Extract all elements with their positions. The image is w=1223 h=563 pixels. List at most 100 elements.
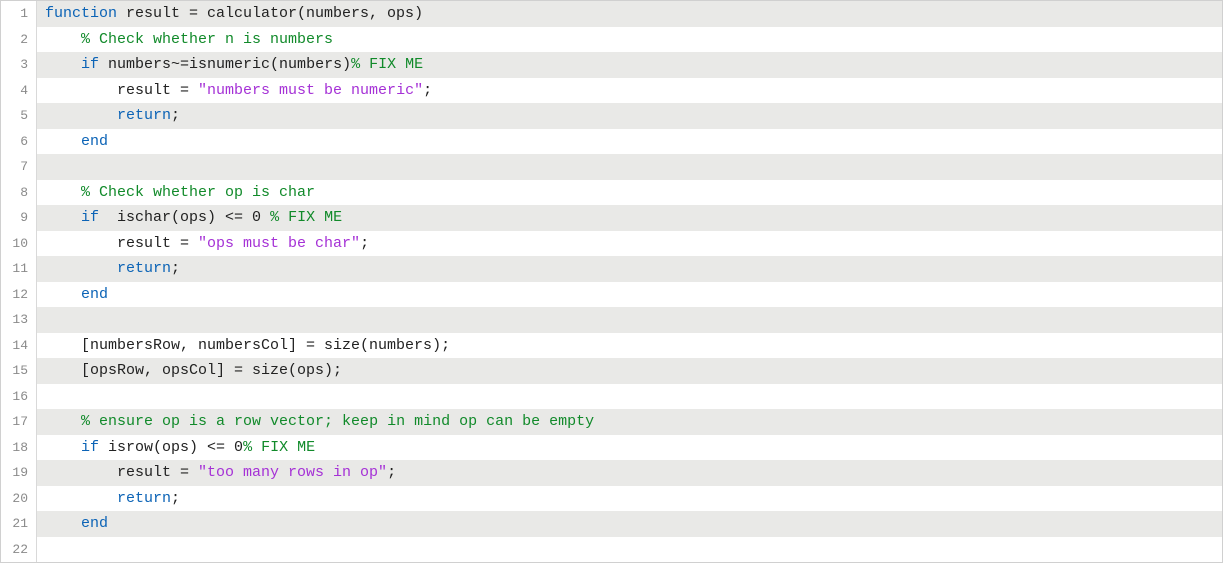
code-content[interactable] [37,154,1222,180]
code-line[interactable]: 11 return; [1,256,1222,282]
code-content[interactable] [37,537,1222,563]
token-keyword: return [117,107,171,124]
token-plain [45,133,81,150]
token-keyword: function [45,5,126,22]
line-number: 21 [1,511,37,537]
token-plain [45,209,81,226]
token-plain: result = [45,464,198,481]
code-line[interactable]: 15 [opsRow, opsCol] = size(ops); [1,358,1222,384]
line-number: 11 [1,256,37,282]
token-keyword: return [117,490,171,507]
line-number: 13 [1,307,37,333]
line-number: 16 [1,384,37,410]
code-line[interactable]: 2 % Check whether n is numbers [1,27,1222,53]
code-editor[interactable]: 1function result = calculator(numbers, o… [1,1,1222,562]
code-content[interactable]: result = "ops must be char"; [37,231,1222,257]
code-line[interactable]: 7 [1,154,1222,180]
token-plain: ; [171,107,180,124]
code-line[interactable]: 10 result = "ops must be char"; [1,231,1222,257]
line-number: 19 [1,460,37,486]
code-content[interactable]: end [37,282,1222,308]
line-number: 2 [1,27,37,53]
code-content[interactable]: if isrow(ops) <= 0% FIX ME [37,435,1222,461]
code-content[interactable]: end [37,129,1222,155]
token-comment: % ensure op is a row vector; keep in min… [81,413,594,430]
token-keyword: if [81,439,108,456]
token-comment: % Check whether n is numbers [81,31,333,48]
token-comment: % FIX ME [270,209,342,226]
code-content[interactable]: end [37,511,1222,537]
token-keyword: end [81,133,108,150]
line-number: 15 [1,358,37,384]
token-plain: ; [423,82,432,99]
token-plain: ; [171,260,180,277]
token-plain: result = calculator(numbers, ops) [126,5,423,22]
line-number: 17 [1,409,37,435]
code-line[interactable]: 5 return; [1,103,1222,129]
token-plain: ; [387,464,396,481]
token-plain [45,184,81,201]
line-number: 6 [1,129,37,155]
token-plain [45,260,117,277]
code-line[interactable]: 20 return; [1,486,1222,512]
token-plain [45,413,81,430]
token-plain: [numbersRow, numbersCol] = size(numbers)… [45,337,450,354]
code-line[interactable]: 14 [numbersRow, numbersCol] = size(numbe… [1,333,1222,359]
code-line[interactable]: 19 result = "too many rows in op"; [1,460,1222,486]
code-line[interactable]: 1function result = calculator(numbers, o… [1,1,1222,27]
code-line[interactable]: 9 if ischar(ops) <= 0 % FIX ME [1,205,1222,231]
code-content[interactable]: function result = calculator(numbers, op… [37,1,1222,27]
code-content[interactable]: if numbers~=isnumeric(numbers)% FIX ME [37,52,1222,78]
line-number: 22 [1,537,37,563]
code-line[interactable]: 13 [1,307,1222,333]
token-plain: numbers~=isnumeric(numbers) [108,56,351,73]
token-string: "numbers must be numeric" [198,82,423,99]
code-line[interactable]: 18 if isrow(ops) <= 0% FIX ME [1,435,1222,461]
token-plain [45,31,81,48]
token-comment: % Check whether op is char [81,184,315,201]
token-plain: ischar(ops) <= 0 [117,209,270,226]
token-plain [45,56,81,73]
token-comment: % FIX ME [351,56,423,73]
code-line[interactable]: 8 % Check whether op is char [1,180,1222,206]
code-line[interactable]: 12 end [1,282,1222,308]
token-plain: isrow(ops) <= 0 [108,439,243,456]
token-plain [45,515,81,532]
token-plain [45,490,117,507]
line-number: 7 [1,154,37,180]
token-comment: % FIX ME [243,439,315,456]
code-line[interactable]: 17 % ensure op is a row vector; keep in … [1,409,1222,435]
code-content[interactable]: [opsRow, opsCol] = size(ops); [37,358,1222,384]
code-line[interactable]: 6 end [1,129,1222,155]
code-content[interactable] [37,307,1222,333]
code-line[interactable]: 4 result = "numbers must be numeric"; [1,78,1222,104]
code-content[interactable]: return; [37,103,1222,129]
line-number: 8 [1,180,37,206]
code-content[interactable]: [numbersRow, numbersCol] = size(numbers)… [37,333,1222,359]
code-content[interactable] [37,384,1222,410]
code-line[interactable]: 22 [1,537,1222,563]
code-content[interactable]: % Check whether op is char [37,180,1222,206]
code-content[interactable]: result = "too many rows in op"; [37,460,1222,486]
code-content[interactable]: return; [37,486,1222,512]
code-line[interactable]: 3 if numbers~=isnumeric(numbers)% FIX ME [1,52,1222,78]
line-number: 10 [1,231,37,257]
line-number: 5 [1,103,37,129]
code-content[interactable]: % ensure op is a row vector; keep in min… [37,409,1222,435]
code-content[interactable]: return; [37,256,1222,282]
code-content[interactable]: % Check whether n is numbers [37,27,1222,53]
code-line[interactable]: 16 [1,384,1222,410]
code-content[interactable]: result = "numbers must be numeric"; [37,78,1222,104]
code-line[interactable]: 21 end [1,511,1222,537]
token-plain: result = [45,235,198,252]
token-keyword: if [81,56,108,73]
line-number: 1 [1,1,37,27]
token-keyword: if [81,209,117,226]
line-number: 9 [1,205,37,231]
token-plain [45,439,81,456]
line-number: 20 [1,486,37,512]
token-keyword: end [81,515,108,532]
code-content[interactable]: if ischar(ops) <= 0 % FIX ME [37,205,1222,231]
line-number: 3 [1,52,37,78]
line-number: 12 [1,282,37,308]
